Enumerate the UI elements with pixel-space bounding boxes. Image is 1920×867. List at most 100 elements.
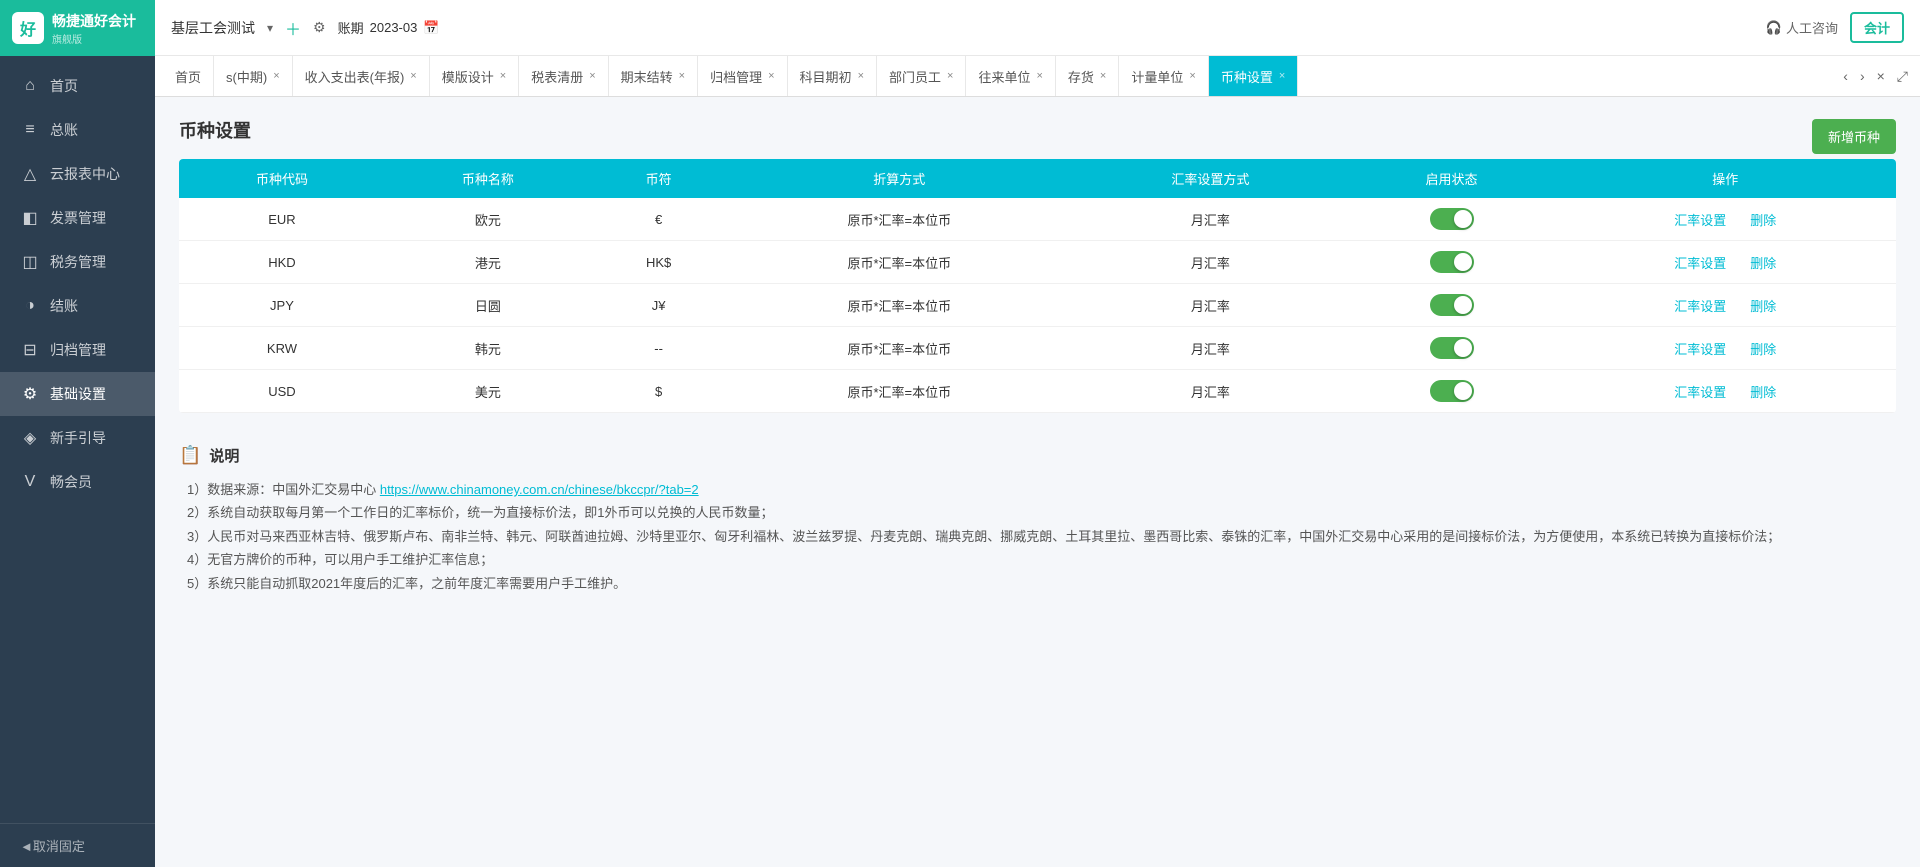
rate-setting-link-2[interactable]: 汇率设置 bbox=[1674, 296, 1726, 315]
tab-close-partner[interactable]: × bbox=[1036, 70, 1042, 82]
sidebar-footer[interactable]: ◄取消固定 bbox=[0, 823, 155, 867]
guide-icon: ◈ bbox=[20, 428, 40, 448]
sidebar-item-settings[interactable]: ⚙ 基础设置 bbox=[0, 372, 155, 416]
ledger-icon: ≡ bbox=[20, 121, 40, 139]
logo-icon: 好 bbox=[12, 12, 44, 44]
logo-sub: 旗舰版 bbox=[52, 31, 136, 46]
cell-1: 欧元 bbox=[385, 198, 591, 241]
sidebar-item-report[interactable]: △ 云报表中心 bbox=[0, 152, 155, 196]
actions-cell: 汇率设置 删除 bbox=[1555, 370, 1896, 413]
tab-home[interactable]: 首页 bbox=[163, 56, 214, 96]
tab-label-period: 期末结转 bbox=[621, 67, 673, 86]
sidebar-item-member[interactable]: V 畅会员 bbox=[0, 460, 155, 504]
tab-prev-btn[interactable]: ‹ bbox=[1839, 64, 1852, 88]
tab-close-subject[interactable]: × bbox=[858, 70, 864, 82]
settings-icon[interactable]: ⚙ bbox=[313, 19, 326, 36]
tab-stock[interactable]: 存货× bbox=[1056, 56, 1119, 96]
enable-toggle-1[interactable] bbox=[1430, 251, 1474, 273]
tab-next-btn[interactable]: › bbox=[1856, 64, 1869, 88]
enable-toggle-4[interactable] bbox=[1430, 380, 1474, 402]
tab-currency[interactable]: 币种设置× bbox=[1209, 56, 1298, 96]
company-dropdown-icon[interactable]: ▾ bbox=[267, 21, 273, 35]
tab-close-template[interactable]: × bbox=[500, 70, 506, 82]
tab-expand-btn[interactable]: ⤢ bbox=[1893, 64, 1912, 89]
col-header: 汇率设置方式 bbox=[1072, 159, 1348, 198]
tab-label-subject: 科目期初 bbox=[800, 67, 852, 86]
note-title: 说明 bbox=[209, 445, 239, 466]
cell-1: 韩元 bbox=[385, 327, 591, 370]
service-button[interactable]: 🎧 人工咨询 bbox=[1766, 18, 1838, 37]
tab-period[interactable]: 期末结转 × bbox=[609, 56, 698, 96]
cell-4: 月汇率 bbox=[1072, 198, 1348, 241]
tab-close-income[interactable]: × bbox=[410, 70, 416, 82]
sidebar-item-tax[interactable]: ◫ 税务管理 bbox=[0, 240, 155, 284]
rate-setting-link-3[interactable]: 汇率设置 bbox=[1674, 339, 1726, 358]
tab-close-dept[interactable]: × bbox=[947, 70, 953, 82]
actions-cell: 汇率设置 删除 bbox=[1555, 198, 1896, 241]
tab-template[interactable]: 模版设计× bbox=[430, 56, 519, 96]
tab-subject[interactable]: 科目期初 × bbox=[788, 56, 877, 96]
content-area: 币种设置 新增币种 币种代码币种名称币符折算方式汇率设置方式启用状态操作 EUR… bbox=[155, 97, 1920, 867]
tab-close-unit[interactable]: × bbox=[1189, 70, 1195, 82]
note-link[interactable]: https://www.chinamoney.com.cn/chinese/bk… bbox=[380, 482, 699, 497]
tab-close-taxclear[interactable]: × bbox=[589, 70, 595, 82]
cell-1: 港元 bbox=[385, 241, 591, 284]
tab-partner[interactable]: 往来单位× bbox=[966, 56, 1055, 96]
sidebar-logo: 好 畅捷通好会计 旗舰版 bbox=[0, 0, 155, 56]
new-currency-button[interactable]: 新增币种 bbox=[1812, 119, 1896, 154]
tab-balance[interactable]: s(中期) × bbox=[214, 56, 293, 96]
invoice-icon: ◧ bbox=[20, 208, 40, 228]
tab-close-currency[interactable]: × bbox=[1279, 70, 1285, 82]
cell-2: J¥ bbox=[591, 284, 727, 327]
tab-dept[interactable]: 部门员工× bbox=[877, 56, 966, 96]
calendar-icon[interactable]: 📅 bbox=[423, 20, 439, 36]
table-row: KRW韩元--原币*汇率=本位币月汇率 汇率设置 删除 bbox=[179, 327, 1896, 370]
sidebar-label-ledger: 总账 bbox=[50, 120, 78, 140]
rate-setting-link-4[interactable]: 汇率设置 bbox=[1674, 382, 1726, 401]
actions-cell: 汇率设置 删除 bbox=[1555, 284, 1896, 327]
tab-unit[interactable]: 计量单位× bbox=[1119, 56, 1208, 96]
sidebar-item-guide[interactable]: ◈ 新手引导 bbox=[0, 416, 155, 460]
enable-toggle-3[interactable] bbox=[1430, 337, 1474, 359]
tab-label-home: 首页 bbox=[175, 67, 201, 86]
sidebar-label-member: 畅会员 bbox=[50, 472, 92, 492]
cell-2: $ bbox=[591, 370, 727, 413]
tab-close-archivemgr[interactable]: × bbox=[768, 70, 774, 82]
delete-link-4[interactable]: 删除 bbox=[1750, 382, 1776, 401]
rate-setting-link-0[interactable]: 汇率设置 bbox=[1674, 210, 1726, 229]
main-area: 基层工会测试 ▾ ＋ ⚙ 账期 2023-03 📅 🎧 人工咨询 会计 首页s(… bbox=[155, 0, 1920, 867]
tab-close-stock[interactable]: × bbox=[1100, 70, 1106, 82]
tab-close-period[interactable]: × bbox=[679, 70, 685, 82]
tab-close-all-btn[interactable]: × bbox=[1873, 64, 1889, 88]
sidebar-item-ledger[interactable]: ≡ 总账 bbox=[0, 108, 155, 152]
rate-setting-link-1[interactable]: 汇率设置 bbox=[1674, 253, 1726, 272]
sidebar-label-invoice: 发票管理 bbox=[50, 208, 106, 228]
sidebar-item-checkout[interactable]: ◑ 结账 bbox=[0, 284, 155, 328]
sidebar-item-archive[interactable]: ⊟ 归档管理 bbox=[0, 328, 155, 372]
table-row: USD美元$原币*汇率=本位币月汇率 汇率设置 删除 bbox=[179, 370, 1896, 413]
sidebar-item-invoice[interactable]: ◧ 发票管理 bbox=[0, 196, 155, 240]
delete-link-2[interactable]: 删除 bbox=[1750, 296, 1776, 315]
tab-archivemgr[interactable]: 归档管理× bbox=[698, 56, 787, 96]
tab-income[interactable]: 收入支出表(年报)× bbox=[293, 56, 430, 96]
table-row: JPY日圆J¥原币*汇率=本位币月汇率 汇率设置 删除 bbox=[179, 284, 1896, 327]
delete-link-1[interactable]: 删除 bbox=[1750, 253, 1776, 272]
tab-taxclear[interactable]: 税表清册× bbox=[519, 56, 608, 96]
sidebar-item-home[interactable]: ⌂ 首页 bbox=[0, 64, 155, 108]
enable-toggle-2[interactable] bbox=[1430, 294, 1474, 316]
toggle-knob-0 bbox=[1454, 210, 1472, 228]
enable-toggle-0[interactable] bbox=[1430, 208, 1474, 230]
delete-link-0[interactable]: 删除 bbox=[1750, 210, 1776, 229]
delete-link-3[interactable]: 删除 bbox=[1750, 339, 1776, 358]
note-icon: 📋 bbox=[179, 445, 201, 466]
note-item: 2）系统自动获取每月第一个工作日的汇率标价，统一为直接标价法，即1外币可以兑换的… bbox=[187, 501, 1896, 524]
sidebar-nav: ⌂ 首页 ≡ 总账 △ 云报表中心 ◧ 发票管理 ◫ 税务管理 ◑ 结账 ⊟ 归… bbox=[0, 56, 155, 823]
tab-close-balance[interactable]: × bbox=[273, 70, 279, 82]
note-item: 3）人民币对马来西亚林吉特、俄罗斯卢布、南非兰特、韩元、阿联酋迪拉姆、沙特里亚尔… bbox=[187, 525, 1896, 548]
account-button[interactable]: 会计 bbox=[1850, 12, 1904, 43]
topbar-right: 🎧 人工咨询 会计 bbox=[1766, 12, 1904, 43]
tab-label-balance: s(中期) bbox=[226, 67, 267, 86]
actions-cell: 汇率设置 删除 bbox=[1555, 241, 1896, 284]
add-tab-icon[interactable]: ＋ bbox=[285, 16, 301, 40]
table-row: EUR欧元€原币*汇率=本位币月汇率 汇率设置 删除 bbox=[179, 198, 1896, 241]
